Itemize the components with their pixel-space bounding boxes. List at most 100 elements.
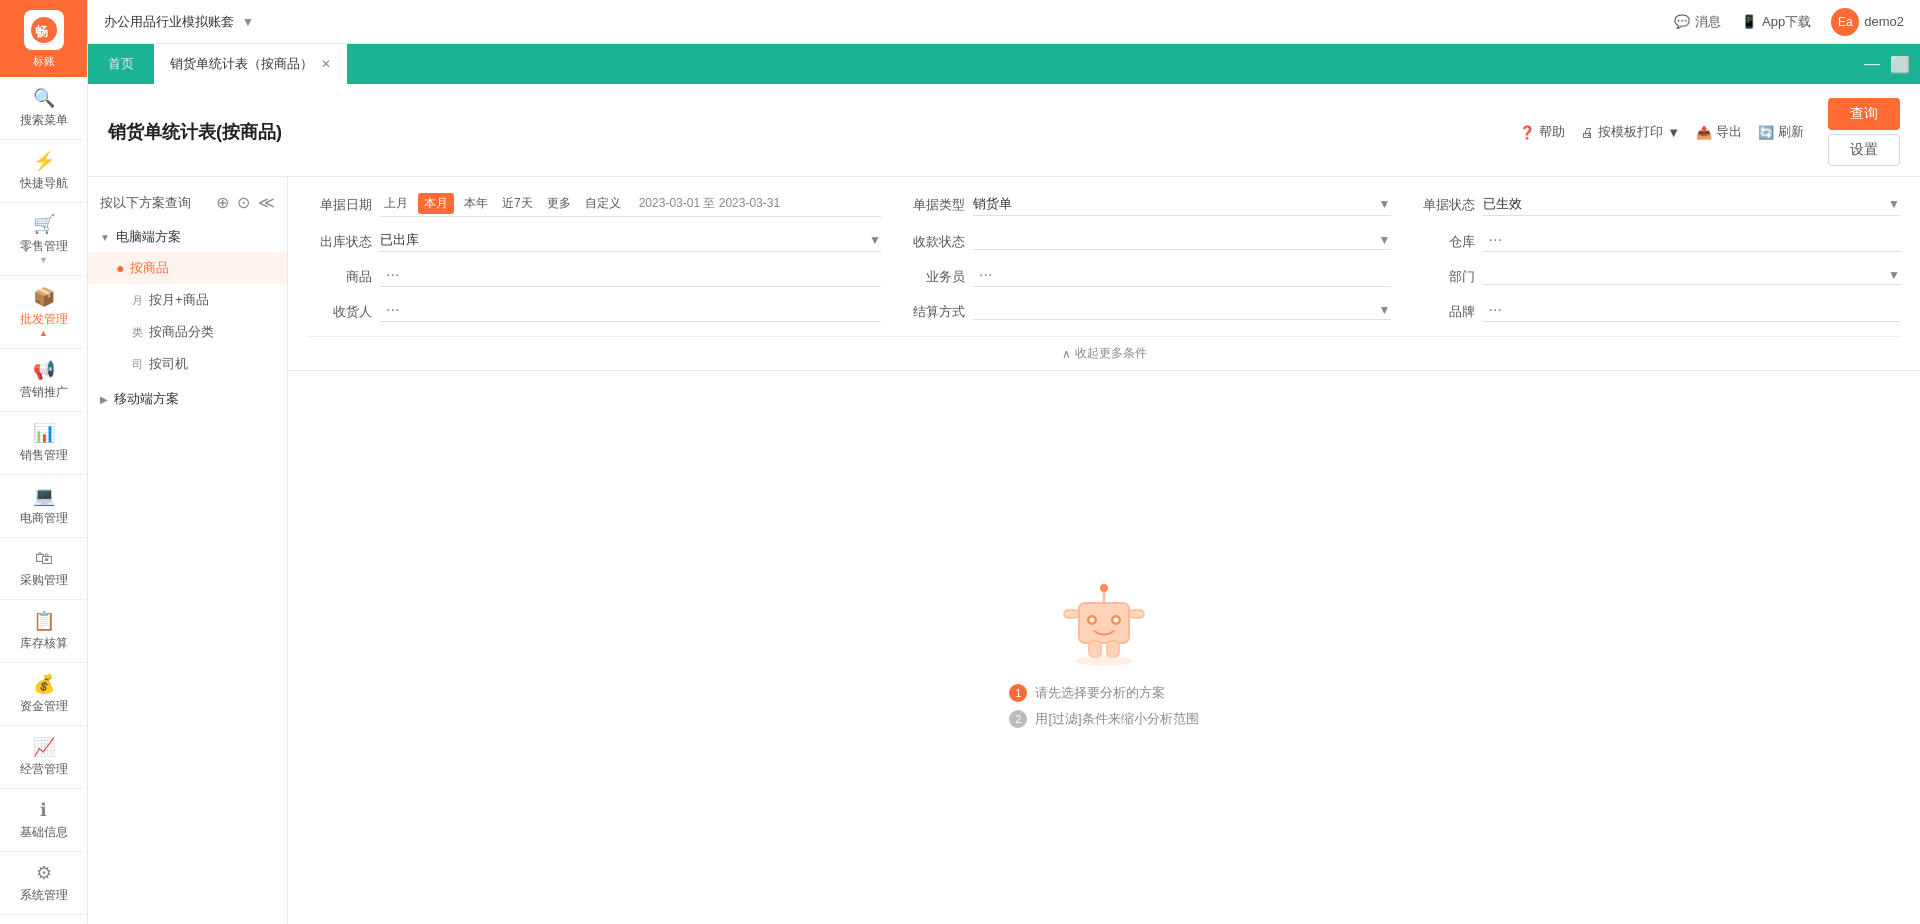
tree-item-by-month-goods[interactable]: 月 按月+商品 — [88, 284, 287, 316]
svg-point-6 — [1114, 617, 1119, 622]
sidebar-item-finance[interactable]: 💰 资金管理 — [0, 663, 87, 726]
tab-sales-stats[interactable]: 销货单统计表（按商品） ✕ — [154, 44, 347, 84]
sidebar-item-quicknav[interactable]: ⚡ 快捷导航 — [0, 140, 87, 203]
tree-item-icon: 司 — [132, 357, 143, 372]
tab-home[interactable]: 首页 — [88, 44, 154, 84]
tree-item-label: 按月+商品 — [149, 291, 209, 309]
sidebar-item-sales[interactable]: 📊 销售管理 — [0, 412, 87, 475]
svg-rect-2 — [1079, 603, 1129, 643]
brand-label: 品牌 — [1411, 303, 1483, 321]
svg-point-13 — [1076, 656, 1132, 666]
out-status-label: 出库状态 — [308, 233, 380, 251]
payment-label: 收款状态 — [901, 233, 973, 251]
filter-area: 单据日期 上月 本月 本年 近7天 更多 自定义 2023-03-01 至 20… — [288, 177, 1920, 371]
tree-item-by-goods[interactable]: ● 按商品 — [88, 252, 287, 284]
sidebar-item-label: 快捷导航 — [20, 175, 68, 192]
panel-header-actions: ⊕ ⊙ ≪ — [216, 193, 275, 212]
export-icon: 📤 — [1696, 125, 1712, 140]
sidebar-item-marketing[interactable]: 📢 营销推广 — [0, 349, 87, 412]
tree-item-label: 按商品 — [130, 259, 169, 277]
dept-label: 部门 — [1411, 268, 1483, 286]
sidebar-item-label: 采购管理 — [20, 572, 68, 589]
industry-dropdown[interactable]: ▼ — [242, 15, 254, 29]
shortcut-custom[interactable]: 自定义 — [581, 193, 625, 214]
sidebar-item-inventory[interactable]: 📋 库存核算 — [0, 600, 87, 663]
tree-item-icon: 月 — [132, 293, 143, 308]
receiver-dots[interactable]: ··· — [386, 301, 399, 319]
tree-group-mobile-header[interactable]: ▶ 移动端方案 — [88, 384, 287, 414]
sidebar-item-label: 销售管理 — [20, 447, 68, 464]
sidebar-item-search[interactable]: 🔍 搜索菜单 — [0, 77, 87, 140]
print-btn[interactable]: 🖨 按模板打印 ▼ — [1581, 123, 1680, 141]
dept-control[interactable]: ▼ — [1483, 268, 1901, 285]
message-btn[interactable]: 💬 消息 — [1674, 13, 1721, 31]
operations-icon: 📈 — [33, 736, 55, 758]
brand-dots[interactable]: ··· — [1489, 301, 1502, 319]
out-status-chevron: ▼ — [869, 233, 881, 247]
tree-group-pc: ▼ 电脑端方案 ● 按商品 月 按月+商品 类 按商品分类 — [88, 222, 287, 380]
sidebar-item-system[interactable]: ⚙ 系统管理 — [0, 852, 87, 915]
sidebar-item-basic-info[interactable]: ℹ 基础信息 — [0, 789, 87, 852]
sidebar-item-collab[interactable]: 🤝 企业协同 — [0, 915, 87, 924]
doc-type-control[interactable]: 销货单 ▼ — [973, 195, 1391, 216]
app-download-btn[interactable]: 📱 App下载 — [1741, 13, 1811, 31]
salesman-dots[interactable]: ··· — [979, 266, 992, 284]
sidebar-item-label: 库存核算 — [20, 635, 68, 652]
tree-group-pc-header[interactable]: ▼ 电脑端方案 — [88, 222, 287, 252]
empty-tip-1: 1 请先选择要分析的方案 — [1009, 684, 1198, 702]
receiver-label: 收货人 — [308, 303, 380, 321]
shortcut-this-month[interactable]: 本月 — [418, 193, 454, 214]
avatar-text: Ea — [1838, 15, 1853, 29]
sidebar-item-label: 资金管理 — [20, 698, 68, 715]
message-label: 消息 — [1695, 13, 1721, 31]
add-scheme-btn[interactable]: ⊕ — [216, 193, 229, 212]
user-menu[interactable]: Ea demo2 — [1831, 8, 1904, 36]
active-dot-icon: ● — [116, 260, 124, 276]
svg-rect-9 — [1064, 610, 1079, 618]
shortcut-last-month[interactable]: 上月 — [380, 193, 412, 214]
shortcut-this-year[interactable]: 本年 — [460, 193, 492, 214]
export-btn[interactable]: 📤 导出 — [1696, 123, 1742, 141]
warehouse-dots[interactable]: ··· — [1489, 231, 1502, 249]
doc-status-control[interactable]: 已生效 ▼ — [1483, 195, 1901, 216]
tabbar: 首页 销货单统计表（按商品） ✕ — ⬜ — [88, 44, 1920, 84]
query-button[interactable]: 查询 — [1828, 98, 1900, 130]
page-header: 销货单统计表(按商品) ❓ 帮助 🖨 按模板打印 ▼ 📤 导出 🔄 刷新 — [88, 84, 1920, 177]
tab-close-btn[interactable]: ✕ — [321, 57, 331, 71]
svg-rect-11 — [1089, 641, 1101, 657]
sidebar-item-label: 零售管理 — [20, 238, 68, 255]
sidebar-item-ecommerce[interactable]: 💻 电商管理 — [0, 475, 87, 538]
settlement-control[interactable]: ▼ — [973, 303, 1391, 320]
tree-item-by-category[interactable]: 类 按商品分类 — [88, 316, 287, 348]
collapse-up-icon: ∧ — [1062, 347, 1071, 361]
purchase-icon: 🛍 — [35, 548, 53, 569]
doc-type-chevron: ▼ — [1379, 197, 1391, 211]
sidebar-item-operations[interactable]: 📈 经营管理 — [0, 726, 87, 789]
collapse-bar[interactable]: ∧ 收起更多条件 — [308, 336, 1900, 370]
tree-item-by-driver[interactable]: 司 按司机 — [88, 348, 287, 380]
out-status-control[interactable]: 已出库 ▼ — [380, 231, 881, 252]
tip-num-1: 1 — [1009, 684, 1027, 702]
shortcut-7days[interactable]: 近7天 — [498, 193, 537, 214]
settings-scheme-btn[interactable]: ⊙ — [237, 193, 250, 212]
window-minimize-btn[interactable]: — — [1864, 55, 1880, 73]
logo-text: 标账 — [33, 54, 55, 69]
window-maximize-btn[interactable]: ⬜ — [1890, 55, 1910, 74]
main-wrapper: 办公用品行业模拟账套 ▼ 💬 消息 📱 App下载 Ea demo2 首页 — [88, 0, 1920, 924]
settlement-label: 结算方式 — [901, 303, 973, 321]
tab-home-label: 首页 — [108, 55, 134, 73]
settings-button[interactable]: 设置 — [1828, 134, 1900, 166]
logo-icon: 畅 — [24, 10, 64, 50]
sidebar-item-retail[interactable]: 🛒 零售管理 ▼ — [0, 203, 87, 276]
sidebar-item-purchase[interactable]: 🛍 采购管理 — [0, 538, 87, 600]
payment-control[interactable]: ▼ — [973, 233, 1391, 250]
tree-expand-icon: ▼ — [100, 232, 110, 243]
refresh-btn[interactable]: 🔄 刷新 — [1758, 123, 1804, 141]
svg-rect-10 — [1129, 610, 1144, 618]
help-btn[interactable]: ❓ 帮助 — [1519, 123, 1565, 141]
sidebar-item-wholesale[interactable]: 📦 批发管理 ▲ — [0, 276, 87, 349]
goods-dots[interactable]: ··· — [386, 266, 399, 284]
shortcut-more[interactable]: 更多 — [543, 193, 575, 214]
collapse-panel-btn[interactable]: ≪ — [258, 193, 275, 212]
goods-label: 商品 — [308, 268, 380, 286]
